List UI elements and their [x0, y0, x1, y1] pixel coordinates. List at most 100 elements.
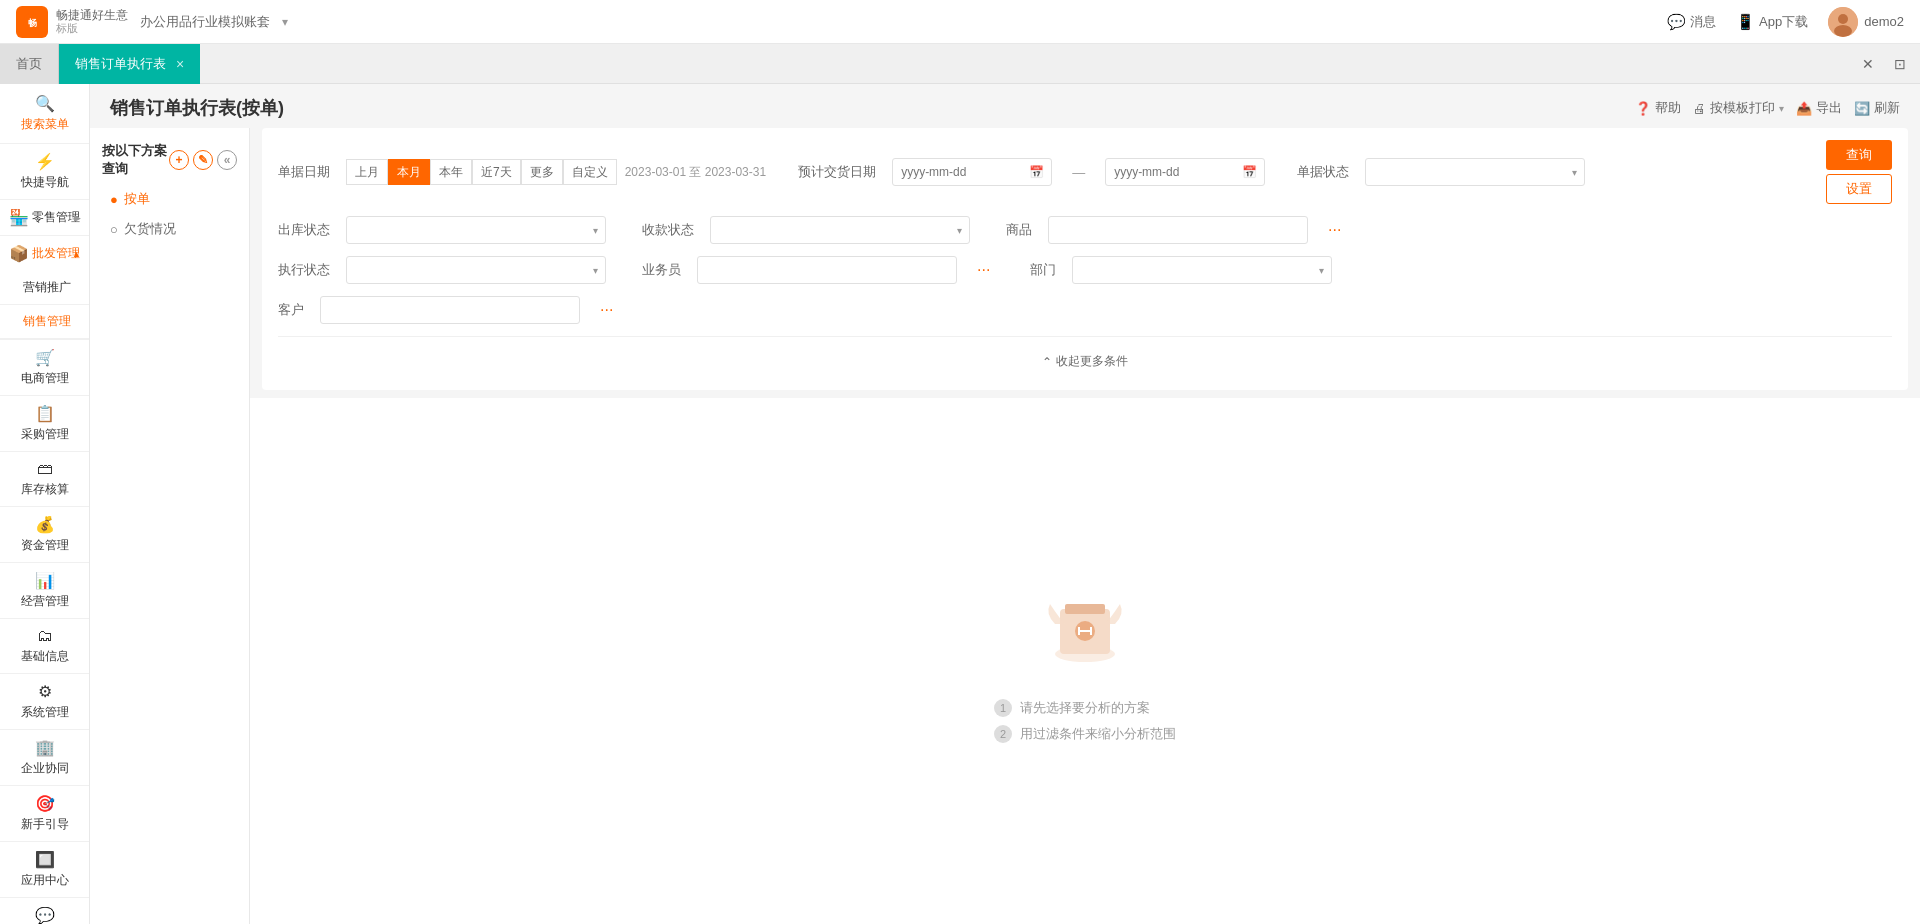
- svg-point-4: [1834, 25, 1852, 37]
- sidebar-item-sales[interactable]: 销售管理: [0, 305, 89, 339]
- sidebar: 🔍 搜索菜单 ⚡ 快捷导航 🏪 零售管理 ▶ 📦 批发管理 ▲: [0, 84, 90, 924]
- wholesale-arrow-icon: ▲: [72, 249, 81, 259]
- page-actions: ❓ 帮助 🖨 按模板打印 ▾ 📤 导出 🔄 刷新: [1635, 99, 1900, 117]
- out-status-select[interactable]: [346, 216, 606, 244]
- export-icon: 📤: [1796, 101, 1812, 116]
- empty-icon: [1035, 579, 1135, 679]
- sidebar-item-search[interactable]: 🔍 搜索菜单: [0, 84, 89, 144]
- custom-btn[interactable]: 自定义: [563, 159, 617, 185]
- user-avatar: [1828, 7, 1858, 37]
- logo-area: 畅 畅捷通好生意 标版: [16, 6, 128, 38]
- message-icon: 💬: [1667, 13, 1686, 31]
- exec-status-label: 执行状态: [278, 261, 330, 279]
- sidebar-item-system[interactable]: ⚙ 系统管理: [0, 674, 89, 730]
- scheme-item-order[interactable]: ● 按单: [90, 184, 249, 214]
- sidebar-item-marketing[interactable]: 营销推广: [0, 271, 89, 305]
- sidebar-item-wechat[interactable]: 💬 企业微信: [0, 898, 89, 924]
- sidebar-item-apps[interactable]: 🔲 应用中心: [0, 842, 89, 898]
- sidebar-item-finance[interactable]: 💰 资金管理: [0, 507, 89, 563]
- sidebar-item-purchase[interactable]: 📋 采购管理: [0, 396, 89, 452]
- tab-sales-order[interactable]: 销售订单执行表 ×: [59, 44, 200, 84]
- sidebar-item-corp[interactable]: 🏢 企业协同: [0, 730, 89, 786]
- query-button[interactable]: 查询: [1826, 140, 1892, 170]
- operations-icon: 📊: [35, 571, 55, 590]
- sidebar-group-wholesale-header[interactable]: 📦 批发管理 ▲: [0, 236, 89, 271]
- tab-close-window-button[interactable]: ✕: [1856, 52, 1880, 76]
- system-icon: ⚙: [38, 682, 52, 701]
- sidebar-item-basic[interactable]: 🗂 基础信息: [0, 619, 89, 674]
- receive-status-select[interactable]: [710, 216, 970, 244]
- scheme-item-shortage-icon: ○: [110, 222, 118, 237]
- page-header: 销售订单执行表(按单) ❓ 帮助 🖨 按模板打印 ▾ 📤 导出: [90, 84, 1920, 128]
- expected-date-start-input[interactable]: [892, 158, 1052, 186]
- ecom-icon: 🛒: [35, 348, 55, 367]
- quick-nav-icon: ⚡: [35, 152, 55, 171]
- expected-date-start-wrapper: 📅: [892, 158, 1052, 186]
- dept-select[interactable]: [1072, 256, 1332, 284]
- empty-tip-2: 2 用过滤条件来缩小分析范围: [994, 725, 1176, 743]
- tab-home[interactable]: 首页: [0, 44, 59, 84]
- filter-row-4: 客户 ···: [278, 296, 1892, 324]
- finance-icon: 💰: [35, 515, 55, 534]
- filter-row-3: 执行状态 ▾ 业务员 ··· 部门: [278, 256, 1892, 284]
- page-area: 销售订单执行表(按单) ❓ 帮助 🖨 按模板打印 ▾ 📤 导出: [90, 84, 1920, 924]
- customer-input[interactable]: [320, 296, 580, 324]
- tab-close-icon[interactable]: ×: [176, 56, 184, 72]
- order-status-label: 单据状态: [1297, 163, 1349, 181]
- logo-text: 畅捷通好生意 标版: [56, 8, 128, 36]
- order-status-select[interactable]: [1365, 158, 1585, 186]
- filter-panel: 单据日期 上月 本月 本年 近7天 更多 自定义 2023-03-01 至 20…: [262, 128, 1908, 390]
- customer-dots-button[interactable]: ···: [596, 301, 617, 319]
- print-icon: 🖨: [1693, 101, 1706, 116]
- goods-input[interactable]: [1048, 216, 1308, 244]
- sidebar-item-quick-nav[interactable]: ⚡ 快捷导航: [0, 144, 89, 200]
- help-button[interactable]: ❓ 帮助: [1635, 99, 1681, 117]
- export-button[interactable]: 📤 导出: [1796, 99, 1842, 117]
- left-panel-header: 按以下方案查询 + ✎ «: [90, 136, 249, 184]
- scheme-item-shortage[interactable]: ○ 欠货情况: [90, 214, 249, 244]
- tab-bar-actions: ✕ ⊡: [1856, 52, 1920, 76]
- this-month-btn[interactable]: 本月: [388, 159, 430, 185]
- print-button[interactable]: 🖨 按模板打印 ▾: [1693, 99, 1784, 117]
- left-panel-title: 按以下方案查询: [102, 142, 169, 178]
- sidebar-item-inventory[interactable]: 🗃 库存核算: [0, 452, 89, 507]
- retail-arrow-icon: ▶: [74, 213, 81, 223]
- tab-restore-button[interactable]: ⊡: [1888, 52, 1912, 76]
- more-btn[interactable]: 更多: [521, 159, 563, 185]
- sales-rep-dots-button[interactable]: ···: [973, 261, 994, 279]
- exec-status-select[interactable]: [346, 256, 606, 284]
- message-button[interactable]: 💬 消息: [1667, 13, 1716, 31]
- guide-icon: 🎯: [35, 794, 55, 813]
- last-month-btn[interactable]: 上月: [346, 159, 388, 185]
- settings-button[interactable]: 设置: [1826, 174, 1892, 204]
- goods-dots-button[interactable]: ···: [1324, 221, 1345, 239]
- date-range-text: 2023-03-01 至 2023-03-31: [625, 164, 766, 181]
- out-status-wrapper: ▾: [346, 216, 606, 244]
- breadcrumb-arrow-icon[interactable]: ▾: [282, 15, 288, 29]
- empty-tips: 1 请先选择要分析的方案 2 用过滤条件来缩小分析范围: [994, 699, 1176, 743]
- this-year-btn[interactable]: 本年: [430, 159, 472, 185]
- out-status-label: 出库状态: [278, 221, 330, 239]
- filter-row-1: 单据日期 上月 本月 本年 近7天 更多 自定义 2023-03-01 至 20…: [278, 140, 1892, 204]
- sidebar-group-retail-header[interactable]: 🏪 零售管理 ▶: [0, 200, 89, 235]
- collapse-panel-button[interactable]: «: [217, 150, 237, 170]
- svg-text:畅: 畅: [28, 18, 37, 28]
- left-panel-actions: + ✎ «: [169, 150, 237, 170]
- add-scheme-button[interactable]: +: [169, 150, 189, 170]
- last7-btn[interactable]: 近7天: [472, 159, 521, 185]
- sidebar-item-guide[interactable]: 🎯 新手引导: [0, 786, 89, 842]
- inner-layout: 按以下方案查询 + ✎ « ● 按单 ○ 欠货情况: [90, 128, 1920, 924]
- refresh-button[interactable]: 🔄 刷新: [1854, 99, 1900, 117]
- app-download-button[interactable]: 📱 App下载: [1736, 13, 1808, 31]
- edit-scheme-button[interactable]: ✎: [193, 150, 213, 170]
- sales-rep-input[interactable]: [697, 256, 957, 284]
- sidebar-item-ecom[interactable]: 🛒 电商管理: [0, 340, 89, 396]
- sidebar-item-operations[interactable]: 📊 经营管理: [0, 563, 89, 619]
- user-area[interactable]: demo2: [1828, 7, 1904, 37]
- expected-date-end-input[interactable]: [1105, 158, 1265, 186]
- filter-row-2: 出库状态 ▾ 收款状态: [278, 216, 1892, 244]
- collapse-filter-button[interactable]: ⌃ 收起更多条件: [1034, 345, 1136, 378]
- corp-icon: 🏢: [35, 738, 55, 757]
- print-dropdown-icon[interactable]: ▾: [1779, 103, 1784, 114]
- tip-num-1: 1: [994, 699, 1012, 717]
